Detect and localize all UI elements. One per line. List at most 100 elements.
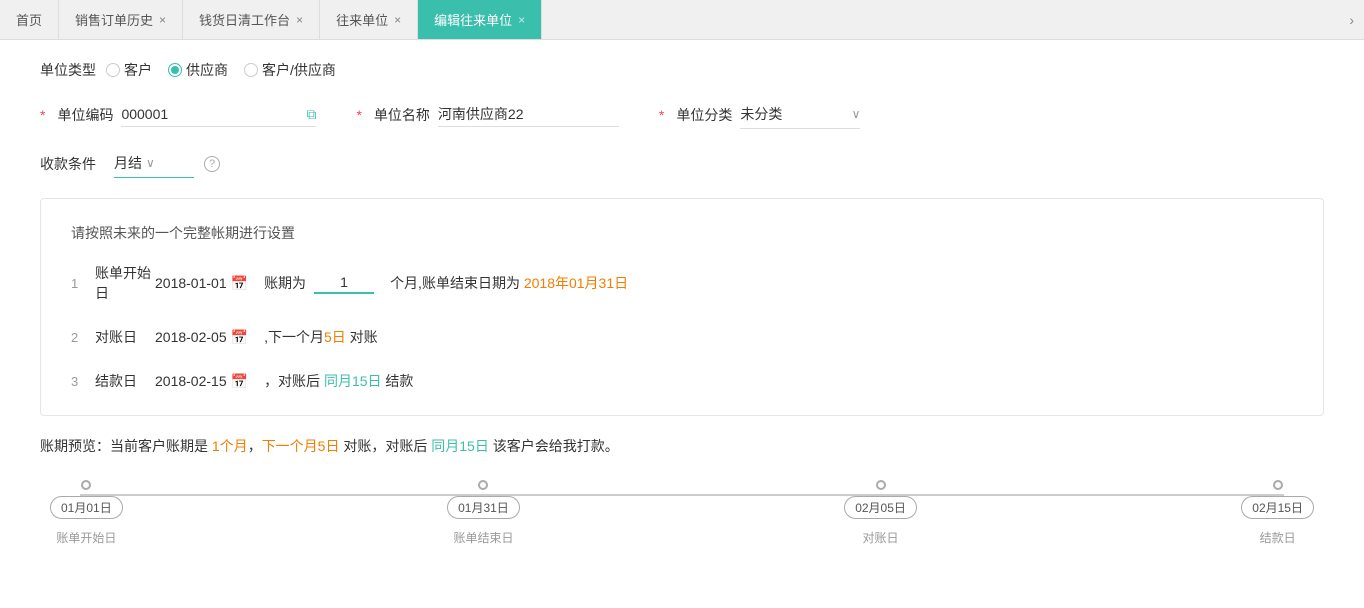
required-star-category: * [659, 107, 664, 123]
timeline-node-1: 01月31日 账单结束日 [447, 480, 520, 546]
preview-part2: 下一个月5日 [262, 438, 340, 454]
timeline-label-0: 01月01日 [50, 496, 123, 519]
tab-cash-work[interactable]: 钱货日清工作台 × [183, 0, 320, 39]
timeline-node-3: 02月15日 结款日 [1241, 480, 1314, 546]
date-input-1: 2018-01-01 📅 [155, 275, 248, 292]
payment-terms-row: 收款条件 月结 ∨ ? [40, 149, 1324, 178]
unit-name-label: 单位名称 [374, 105, 430, 125]
timeline-dot-0 [81, 480, 91, 490]
page-content: 单位类型 客户 供应商 客户/供应商 * 单位编码 [0, 40, 1364, 608]
unit-category-label: 单位分类 [676, 105, 732, 125]
reconcile-day-highlight: 5日 [324, 329, 346, 345]
radio-dot-supplier [171, 66, 179, 74]
timeline-node-0: 01月01日 账单开始日 [50, 480, 123, 546]
period-desc-1: 个月,账单结束日期为 2018年01月31日 [390, 273, 628, 293]
required-star-name: * [356, 107, 361, 123]
radio-both[interactable]: 客户/供应商 [244, 60, 336, 80]
radio-supplier[interactable]: 供应商 [168, 60, 228, 80]
calendar-icon-2[interactable]: 📅 [231, 329, 248, 346]
preview-part1: 1个月 [212, 438, 248, 454]
setting-row-2: 2 对账日 2018-02-05 📅 ,下一个月5日 对账 [71, 327, 1293, 347]
timeline-label-1: 01月31日 [447, 496, 520, 519]
radio-label-customer: 客户 [124, 60, 152, 80]
unit-type-row: 单位类型 客户 供应商 客户/供应商 [40, 60, 1324, 80]
payment-terms-label: 收款条件 [40, 154, 96, 174]
unit-name-input-wrapper [438, 102, 619, 127]
section-title: 请按照未来的一个完整帐期进行设置 [71, 223, 1293, 243]
timeline-node-2: 02月05日 对账日 [844, 480, 917, 546]
unit-category-select[interactable]: 未分类 ∨ [740, 100, 860, 129]
tab-home[interactable]: 首页 [0, 0, 59, 39]
setting-row-1: 1 账单开始日 2018-01-01 📅 账期为 个月,账单结束日期为 2018… [71, 263, 1293, 303]
month-input[interactable] [314, 272, 374, 294]
help-icon[interactable]: ? [204, 156, 220, 172]
preview-text: 账期预览：当前客户账期是 1个月，下一个月5日 对账，对账后 同月15日 该客户… [40, 436, 1324, 456]
tab-partner[interactable]: 往来单位 × [320, 0, 418, 39]
radio-circle-customer [106, 63, 120, 77]
tab-edit-partner[interactable]: 编辑往来单位 × [418, 0, 542, 39]
timeline-label-3: 02月15日 [1241, 496, 1314, 519]
close-tab-cash-work[interactable]: × [296, 13, 303, 27]
timeline-label-2: 02月05日 [844, 496, 917, 519]
radio-customer[interactable]: 客户 [106, 60, 152, 80]
timeline-items: 01月01日 账单开始日 01月31日 账单结束日 02月05日 对账日 02月… [50, 480, 1314, 546]
timeline-dot-1 [478, 480, 488, 490]
required-star-code: * [40, 107, 45, 123]
payment-terms-chevron-icon: ∨ [146, 156, 155, 170]
unit-code-group: * 单位编码 ⧉ [40, 102, 316, 127]
row-type-2: 对账日 [95, 327, 155, 347]
radio-label-both: 客户/供应商 [262, 60, 336, 80]
unit-type-label: 单位类型 [40, 60, 96, 80]
radio-circle-supplier [168, 63, 182, 77]
radio-label-supplier: 供应商 [186, 60, 228, 80]
preview-suffix: 该客户会给我打款。 [489, 438, 619, 454]
timeline: 01月01日 账单开始日 01月31日 账单结束日 02月05日 对账日 02月… [40, 480, 1324, 546]
unit-code-input-wrapper: ⧉ [121, 102, 316, 127]
tab-sales-history[interactable]: 销售订单历史 × [59, 0, 183, 39]
close-tab-edit-partner[interactable]: × [518, 13, 525, 27]
date-text-1: 2018-01-01 [155, 275, 227, 291]
preview-part3: 同月15日 [431, 438, 489, 454]
unit-name-group: * 单位名称 [356, 102, 618, 127]
tab-expand-button[interactable]: › [1339, 0, 1364, 39]
radio-circle-both [244, 63, 258, 77]
calendar-icon-3[interactable]: 📅 [231, 373, 248, 390]
settings-section: 请按照未来的一个完整帐期进行设置 1 账单开始日 2018-01-01 📅 账期… [40, 198, 1324, 416]
row-num-1: 1 [71, 276, 95, 291]
row-num-3: 3 [71, 374, 95, 389]
preview-sep1: ， [248, 438, 262, 454]
timeline-type-1: 账单结束日 [453, 529, 513, 546]
tab-bar: 首页 销售订单历史 × 钱货日清工作台 × 往来单位 × 编辑往来单位 × › [0, 0, 1364, 40]
period-desc-2: ,下一个月5日 对账 [264, 327, 378, 347]
end-date-highlight: 2018年01月31日 [524, 275, 628, 291]
payment-day-highlight: 同月15日 [324, 373, 382, 389]
close-tab-partner[interactable]: × [394, 13, 401, 27]
date-input-2: 2018-02-05 📅 [155, 329, 248, 346]
row-num-2: 2 [71, 330, 95, 345]
unit-code-input[interactable] [121, 102, 302, 126]
date-text-3: 2018-02-15 [155, 373, 227, 389]
radio-group-unit-type: 客户 供应商 客户/供应商 [106, 60, 336, 80]
date-text-2: 2018-02-05 [155, 329, 227, 345]
payment-terms-value: 月结 [114, 149, 142, 177]
timeline-type-2: 对账日 [863, 529, 899, 546]
unit-category-value: 未分类 [740, 100, 847, 128]
setting-row-3: 3 结款日 2018-02-15 📅 ，对账后 同月15日 结款 [71, 371, 1293, 391]
timeline-type-0: 账单开始日 [56, 529, 116, 546]
calendar-icon-1[interactable]: 📅 [231, 275, 248, 292]
timeline-type-3: 结款日 [1260, 529, 1296, 546]
period-desc-3: ，对账后 同月15日 结款 [264, 371, 413, 391]
preview-prefix: 账期预览：当前客户账期是 [40, 438, 212, 454]
chevron-down-icon: ∨ [852, 107, 861, 121]
period-label: 账期为 [264, 273, 306, 293]
row-type-1: 账单开始日 [95, 263, 155, 303]
close-tab-sales-history[interactable]: × [159, 13, 166, 27]
preview-middle: 对账，对账后 [339, 438, 431, 454]
copy-icon[interactable]: ⧉ [306, 106, 316, 123]
unit-fields-row: * 单位编码 ⧉ * 单位名称 * 单位分类 未分类 ∨ [40, 100, 1324, 129]
unit-category-group: * 单位分类 未分类 ∨ [659, 100, 860, 129]
payment-terms-select[interactable]: 月结 ∨ [114, 149, 194, 178]
unit-name-input[interactable] [438, 102, 619, 126]
date-input-3: 2018-02-15 📅 [155, 373, 248, 390]
row-type-3: 结款日 [95, 371, 155, 391]
